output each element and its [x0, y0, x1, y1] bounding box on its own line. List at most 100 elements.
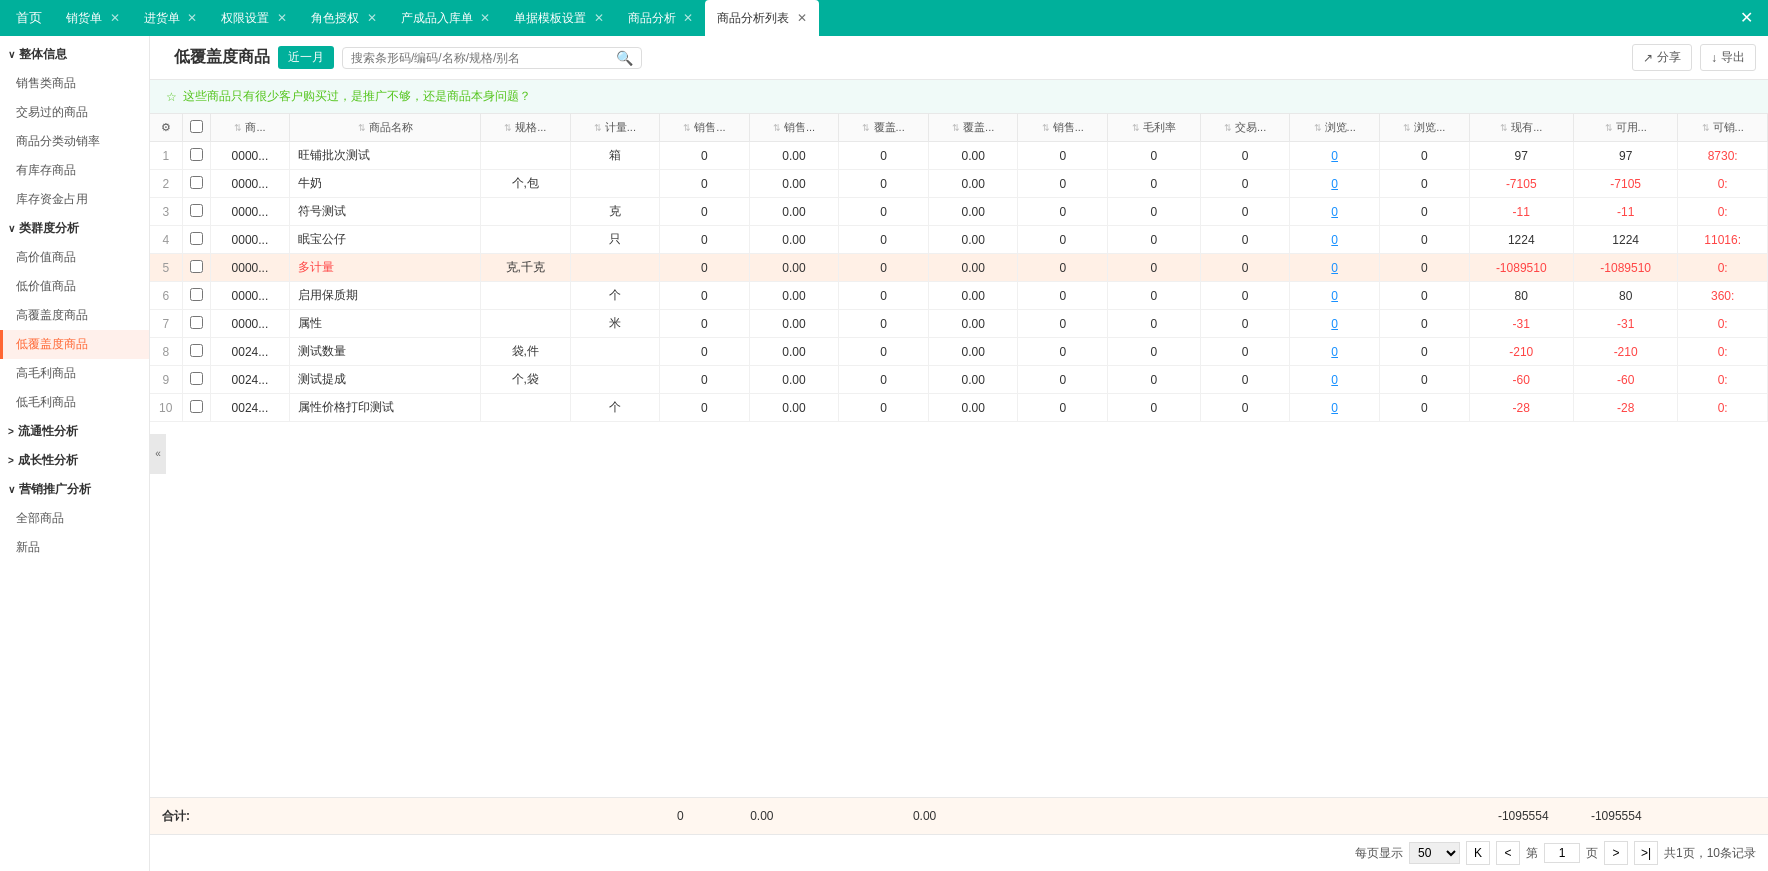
row-checkbox[interactable] — [190, 232, 203, 245]
view1-link[interactable]: 0 — [1331, 177, 1338, 191]
sidebar-item-low-coverage[interactable]: 低覆盖度商品 — [0, 330, 149, 359]
sidebar-collapse-button[interactable]: « — [150, 434, 166, 474]
nav-product-in[interactable]: 产成品入库单 ✕ — [389, 0, 503, 36]
th-available[interactable]: ⇅ 可用... — [1573, 114, 1677, 142]
nav-sales[interactable]: 销货单 ✕ — [54, 0, 132, 36]
sidebar-item-traded-goods[interactable]: 交易过的商品 — [0, 98, 149, 127]
sidebar-item-high-margin[interactable]: 高毛利商品 — [0, 359, 149, 388]
td-view2: 0 — [1379, 142, 1469, 170]
view1-link[interactable]: 0 — [1331, 261, 1338, 275]
th-code[interactable]: ⇅ 商... — [210, 114, 290, 142]
window-close-button[interactable]: ✕ — [1728, 0, 1764, 36]
nav-close-analysis-list[interactable]: ✕ — [797, 11, 807, 25]
th-margin[interactable]: ⇅ 毛利率 — [1108, 114, 1201, 142]
sidebar-item-sales-goods[interactable]: 销售类商品 — [0, 69, 149, 98]
row-checkbox[interactable] — [190, 176, 203, 189]
td-cover2: 0.00 — [928, 170, 1018, 198]
sidebar-item-high-value[interactable]: 高价值商品 — [0, 243, 149, 272]
nav-close-template[interactable]: ✕ — [594, 11, 604, 25]
th-current[interactable]: ⇅ 现有... — [1469, 114, 1573, 142]
th-sale-amt[interactable]: ⇅ 销售... — [749, 114, 839, 142]
th-check[interactable] — [182, 114, 210, 142]
select-all-checkbox[interactable] — [190, 120, 203, 133]
sidebar-item-new-goods[interactable]: 新品 — [0, 533, 149, 562]
td-margin: 0 — [1108, 338, 1201, 366]
nav-permission[interactable]: 权限设置 ✕ — [209, 0, 299, 36]
export-button[interactable]: ↓ 导出 — [1700, 44, 1756, 71]
th-cover1[interactable]: ⇅ 覆盖... — [839, 114, 929, 142]
nav-purchase[interactable]: 进货单 ✕ — [132, 0, 210, 36]
date-filter-button[interactable]: 近一月 — [278, 46, 334, 69]
td-check — [182, 198, 210, 226]
last-page-button[interactable]: >| — [1634, 841, 1658, 865]
th-unit[interactable]: ⇅ 计量... — [570, 114, 660, 142]
row-checkbox[interactable] — [190, 204, 203, 217]
th-sale3[interactable]: ⇅ 销售... — [1018, 114, 1108, 142]
td-trade: 0 — [1200, 254, 1290, 282]
row-checkbox[interactable] — [190, 288, 203, 301]
nav-close-role[interactable]: ✕ — [367, 11, 377, 25]
nav-close-analysis[interactable]: ✕ — [683, 11, 693, 25]
view1-link[interactable]: 0 — [1331, 289, 1338, 303]
next-page-button[interactable]: > — [1604, 841, 1628, 865]
th-view2[interactable]: ⇅ 浏览... — [1379, 114, 1469, 142]
sidebar-item-all-goods[interactable]: 全部商品 — [0, 504, 149, 533]
td-sale3: 0 — [1018, 338, 1108, 366]
sidebar-item-low-value[interactable]: 低价值商品 — [0, 272, 149, 301]
td-cover1: 0 — [839, 310, 929, 338]
th-spec[interactable]: ⇅ 规格... — [480, 114, 570, 142]
th-gear[interactable]: ⚙ — [150, 114, 182, 142]
view1-link[interactable]: 0 — [1331, 373, 1338, 387]
row-checkbox[interactable] — [190, 148, 203, 161]
nav-analysis-list[interactable]: 商品分析列表 ✕ — [705, 0, 819, 36]
td-saleable: 11016: — [1678, 226, 1768, 254]
row-checkbox[interactable] — [190, 372, 203, 385]
sidebar-section-cluster[interactable]: ∨ 类群度分析 — [0, 214, 149, 243]
td-available: 1224 — [1573, 226, 1677, 254]
row-checkbox[interactable] — [190, 344, 203, 357]
td-check — [182, 254, 210, 282]
search-input[interactable] — [351, 51, 616, 65]
sidebar-section-marketing[interactable]: ∨ 营销推广分析 — [0, 475, 149, 504]
view1-link[interactable]: 0 — [1331, 317, 1338, 331]
share-icon: ↗ — [1643, 51, 1653, 65]
nav-home[interactable]: 首页 — [4, 0, 54, 36]
th-sale-qty[interactable]: ⇅ 销售... — [660, 114, 750, 142]
th-view1[interactable]: ⇅ 浏览... — [1290, 114, 1380, 142]
view1-link[interactable]: 0 — [1331, 149, 1338, 163]
nav-role[interactable]: 角色授权 ✕ — [299, 0, 389, 36]
row-checkbox[interactable] — [190, 400, 203, 413]
th-name[interactable]: ⇅ 商品名称 — [290, 114, 481, 142]
td-saleable: 0: — [1678, 170, 1768, 198]
share-button[interactable]: ↗ 分享 — [1632, 44, 1692, 71]
td-index: 7 — [150, 310, 182, 338]
nav-close-permission[interactable]: ✕ — [277, 11, 287, 25]
page-number-input[interactable] — [1544, 843, 1580, 863]
prev-page-button[interactable]: < — [1496, 841, 1520, 865]
nav-close-purchase[interactable]: ✕ — [187, 11, 197, 25]
table-row: 40000...眠宝公仔只00.0000.0000000122412241101… — [150, 226, 1768, 254]
sidebar-item-low-margin[interactable]: 低毛利商品 — [0, 388, 149, 417]
sidebar-item-stocked-goods[interactable]: 有库存商品 — [0, 156, 149, 185]
th-trade[interactable]: ⇅ 交易... — [1200, 114, 1290, 142]
view1-link[interactable]: 0 — [1331, 205, 1338, 219]
nav-close-product-in[interactable]: ✕ — [480, 11, 490, 25]
first-page-button[interactable]: K — [1466, 841, 1490, 865]
sidebar-section-overall[interactable]: ∨ 整体信息 — [0, 40, 149, 69]
sidebar-item-high-coverage[interactable]: 高覆盖度商品 — [0, 301, 149, 330]
sidebar-section-circulation[interactable]: > 流通性分析 — [0, 417, 149, 446]
row-checkbox[interactable] — [190, 316, 203, 329]
nav-close-sales[interactable]: ✕ — [110, 11, 120, 25]
sidebar-item-category-turnover[interactable]: 商品分类动销率 — [0, 127, 149, 156]
view1-link[interactable]: 0 — [1331, 401, 1338, 415]
sidebar-item-inventory-capital[interactable]: 库存资金占用 — [0, 185, 149, 214]
th-saleable[interactable]: ⇅ 可销... — [1678, 114, 1768, 142]
nav-template[interactable]: 单据模板设置 ✕ — [502, 0, 616, 36]
view1-link[interactable]: 0 — [1331, 233, 1338, 247]
th-cover2[interactable]: ⇅ 覆盖... — [928, 114, 1018, 142]
sidebar-section-growth[interactable]: > 成长性分析 — [0, 446, 149, 475]
nav-analysis[interactable]: 商品分析 ✕ — [616, 0, 706, 36]
row-checkbox[interactable] — [190, 260, 203, 273]
page-size-select[interactable]: 50 20 100 200 — [1409, 842, 1460, 864]
view1-link[interactable]: 0 — [1331, 345, 1338, 359]
